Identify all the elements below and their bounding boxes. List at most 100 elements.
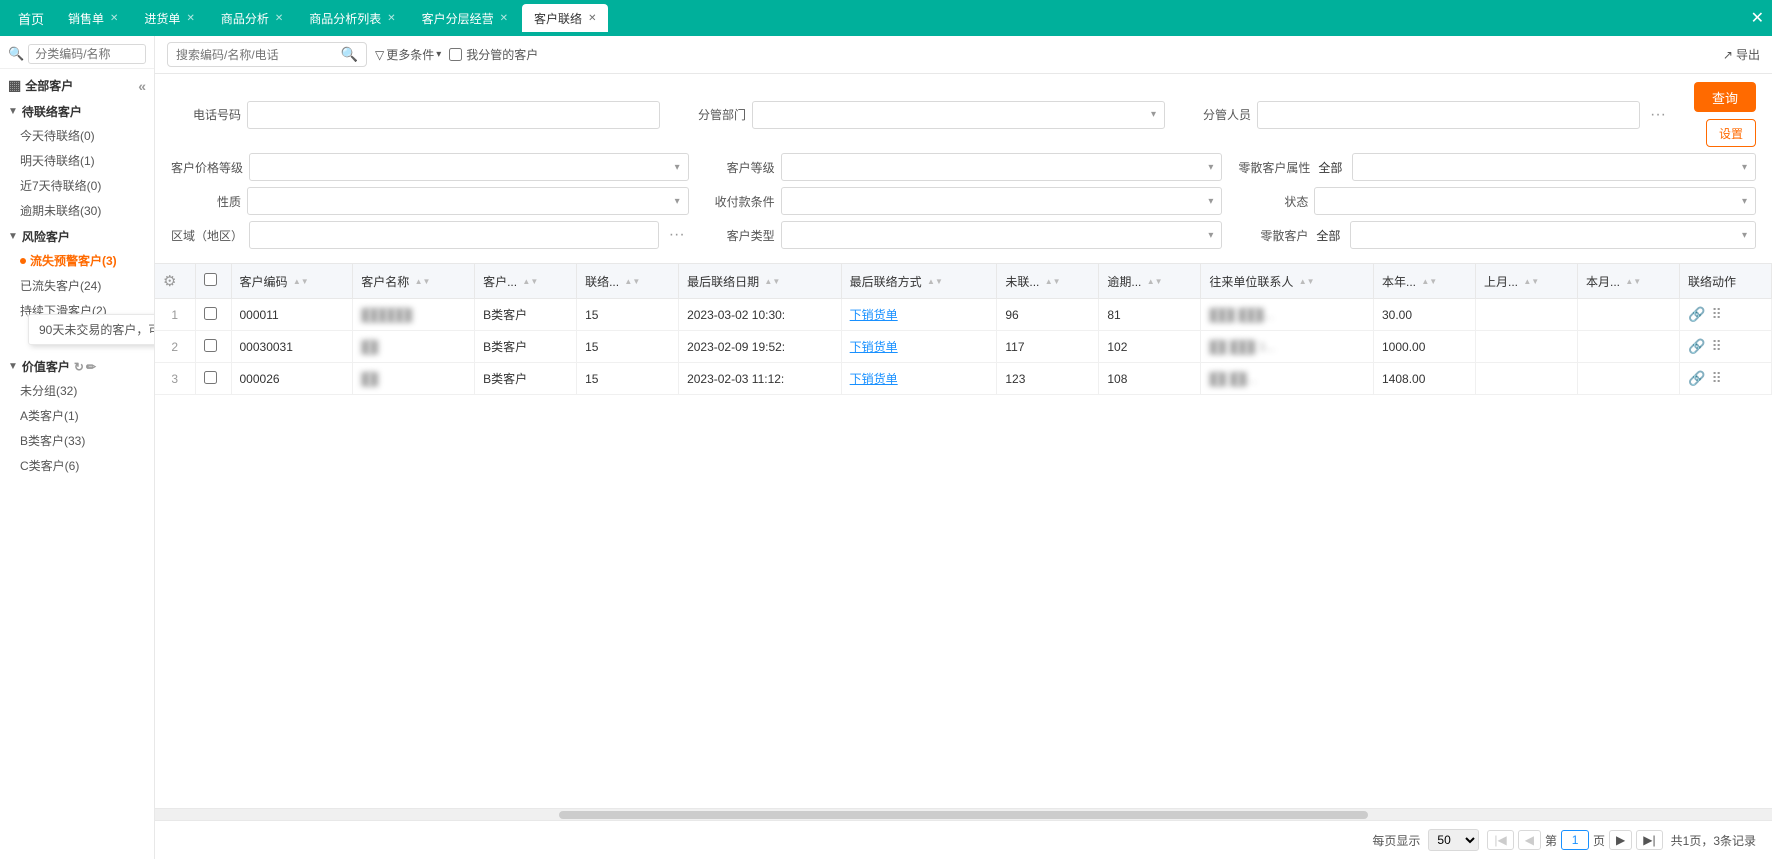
horizontal-scrollbar[interactable]	[155, 808, 1772, 820]
filter-search-input[interactable]	[176, 48, 337, 62]
price-level-select[interactable]: ▾	[249, 153, 689, 181]
sort-icon[interactable]: ▲▼	[1421, 278, 1437, 286]
prev-page-btn[interactable]: ◀	[1518, 830, 1541, 850]
row-type: B类客户	[475, 363, 577, 395]
sort-icon[interactable]: ▲▼	[1299, 278, 1315, 286]
funnel-icon: ▽	[375, 48, 384, 62]
sidebar-item-ungrouped[interactable]: 未分组(32)	[0, 378, 154, 403]
settings-gear-icon[interactable]: ⚙	[163, 273, 176, 290]
search-button[interactable]: 查询	[1694, 82, 1756, 112]
edit-icon[interactable]: ✏	[86, 360, 96, 374]
sort-icon[interactable]: ▲▼	[1625, 278, 1641, 286]
sort-icon[interactable]: ▲▼	[293, 278, 309, 286]
tab-sales[interactable]: 销售单 ✕	[56, 4, 130, 32]
row-checkbox[interactable]	[195, 299, 231, 331]
sidebar-item-a-class[interactable]: A类客户(1)	[0, 403, 154, 428]
customer-level-select[interactable]: ▾	[781, 153, 1223, 181]
sidebar-item-b-class[interactable]: B类客户(33)	[0, 428, 154, 453]
scrollbar-thumb[interactable]	[559, 811, 1368, 819]
sidebar-search-input[interactable]	[28, 44, 146, 64]
col-overdue: 逾期... ▲▼	[1099, 264, 1201, 299]
filter-search-icon[interactable]: 🔍	[341, 46, 358, 63]
caret-icon: ▾	[1742, 230, 1747, 241]
tab-analysis-list[interactable]: 商品分析列表 ✕	[297, 4, 407, 32]
chevron-down-icon: ▾	[436, 49, 441, 60]
close-window-icon[interactable]: ✕	[1751, 8, 1764, 28]
refresh-icon[interactable]: ↻	[74, 360, 84, 374]
row-code: 00030031	[231, 331, 353, 363]
tab-customer-contact[interactable]: 客户联络 ✕	[522, 4, 608, 32]
tab-analysis[interactable]: 商品分析 ✕	[209, 4, 295, 32]
region-select[interactable]	[249, 221, 659, 249]
sort-icon[interactable]: ▲▼	[1045, 278, 1061, 286]
zero-attr-select[interactable]: ▾	[1352, 153, 1756, 181]
gender-select[interactable]: ▾	[247, 187, 689, 215]
sort-icon[interactable]: ▲▼	[764, 278, 780, 286]
search-icon: 🔍	[8, 46, 24, 62]
export-btn[interactable]: ↗ 导出	[1723, 46, 1760, 63]
action-more-icon[interactable]: ⠿	[1711, 306, 1721, 323]
settings-button[interactable]: 设置	[1706, 119, 1756, 147]
row-checkbox[interactable]	[195, 363, 231, 395]
action-more-icon[interactable]: ⠿	[1711, 338, 1721, 355]
row-this-month	[1578, 299, 1680, 331]
sort-icon[interactable]: ▲▼	[415, 278, 431, 286]
zero-customer-select[interactable]: ▾	[1350, 221, 1756, 249]
sidebar-group-pending[interactable]: ▼ 待联络客户	[0, 98, 154, 123]
customer-type-select[interactable]: ▾	[781, 221, 1223, 249]
sidebar-item-tomorrow[interactable]: 明天待联络(1)	[0, 148, 154, 173]
sidebar-item-today[interactable]: 今天待联络(0)	[0, 123, 154, 148]
sort-icon[interactable]: ▲▼	[1523, 278, 1539, 286]
sidebar-group-value[interactable]: ▼ 价值客户 ↻ ✏	[0, 353, 154, 378]
sidebar-item-7days[interactable]: 近7天待联络(0)	[0, 173, 154, 198]
more-conditions-btn[interactable]: ▽ 更多条件 ▾	[375, 46, 441, 63]
dept-select[interactable]: ▾	[752, 101, 1165, 129]
next-page-btn[interactable]: ▶	[1609, 830, 1632, 850]
col-checkbox[interactable]	[195, 264, 231, 299]
sidebar-group-risk[interactable]: ▼ 风险客户	[0, 223, 154, 248]
sidebar-item-churned[interactable]: 已流失客户(24)	[0, 273, 154, 298]
page-input[interactable]	[1561, 830, 1589, 850]
my-customers-filter[interactable]: 我分管的客户	[449, 46, 538, 63]
caret-icon: ▾	[675, 196, 680, 207]
sort-icon[interactable]: ▲▼	[1147, 278, 1163, 286]
customer-type-field: 客户类型 ▾	[705, 221, 1223, 249]
close-icon[interactable]: ✕	[387, 13, 395, 24]
sort-icon[interactable]: ▲▼	[624, 278, 640, 286]
sidebar-item-churn-warning[interactable]: 流失预警客户(3)	[0, 248, 154, 273]
region-more-icon[interactable]: ···	[665, 226, 689, 244]
sidebar-item-overdue[interactable]: 逾期未联络(30)	[0, 198, 154, 223]
collapse-icon[interactable]: «	[138, 78, 146, 94]
row-checkbox[interactable]	[195, 331, 231, 363]
col-settings[interactable]: ⚙	[155, 264, 195, 299]
close-icon[interactable]: ✕	[186, 13, 194, 24]
sidebar-item-c-class[interactable]: C类客户(6)	[0, 453, 154, 478]
close-icon[interactable]: ✕	[110, 13, 118, 24]
action-link-icon[interactable]: 🔗	[1688, 306, 1705, 323]
action-more-icon[interactable]: ⠿	[1711, 370, 1721, 387]
more-options-icon[interactable]: ···	[1646, 106, 1670, 124]
tab-customer-layer[interactable]: 客户分层经营 ✕	[410, 4, 520, 32]
sort-icon[interactable]: ▲▼	[522, 278, 538, 286]
phone-input[interactable]	[247, 101, 660, 129]
status-select[interactable]: ▾	[1314, 187, 1756, 215]
tab-purchase[interactable]: 进货单 ✕	[132, 4, 206, 32]
last-page-btn[interactable]: ▶|	[1636, 830, 1662, 850]
page-size-select[interactable]: 50 100 200	[1428, 829, 1479, 851]
payment-select[interactable]: ▾	[781, 187, 1223, 215]
caret-icon: ▾	[1742, 162, 1747, 173]
person-select[interactable]	[1257, 101, 1640, 129]
col-this-month: 本月... ▲▼	[1578, 264, 1680, 299]
my-customers-checkbox[interactable]	[449, 48, 462, 61]
select-all-checkbox[interactable]	[204, 273, 217, 286]
sort-icon[interactable]: ▲▼	[927, 278, 943, 286]
row-this-month	[1578, 363, 1680, 395]
close-icon[interactable]: ✕	[588, 13, 596, 24]
action-link-icon[interactable]: 🔗	[1688, 370, 1705, 387]
first-page-btn[interactable]: |◀	[1487, 830, 1513, 850]
close-icon[interactable]: ✕	[275, 13, 283, 24]
sidebar-all-customers[interactable]: ▦ 全部客户 «	[0, 69, 154, 98]
action-link-icon[interactable]: 🔗	[1688, 338, 1705, 355]
close-icon[interactable]: ✕	[500, 13, 508, 24]
tab-home[interactable]: 首页	[8, 9, 54, 28]
